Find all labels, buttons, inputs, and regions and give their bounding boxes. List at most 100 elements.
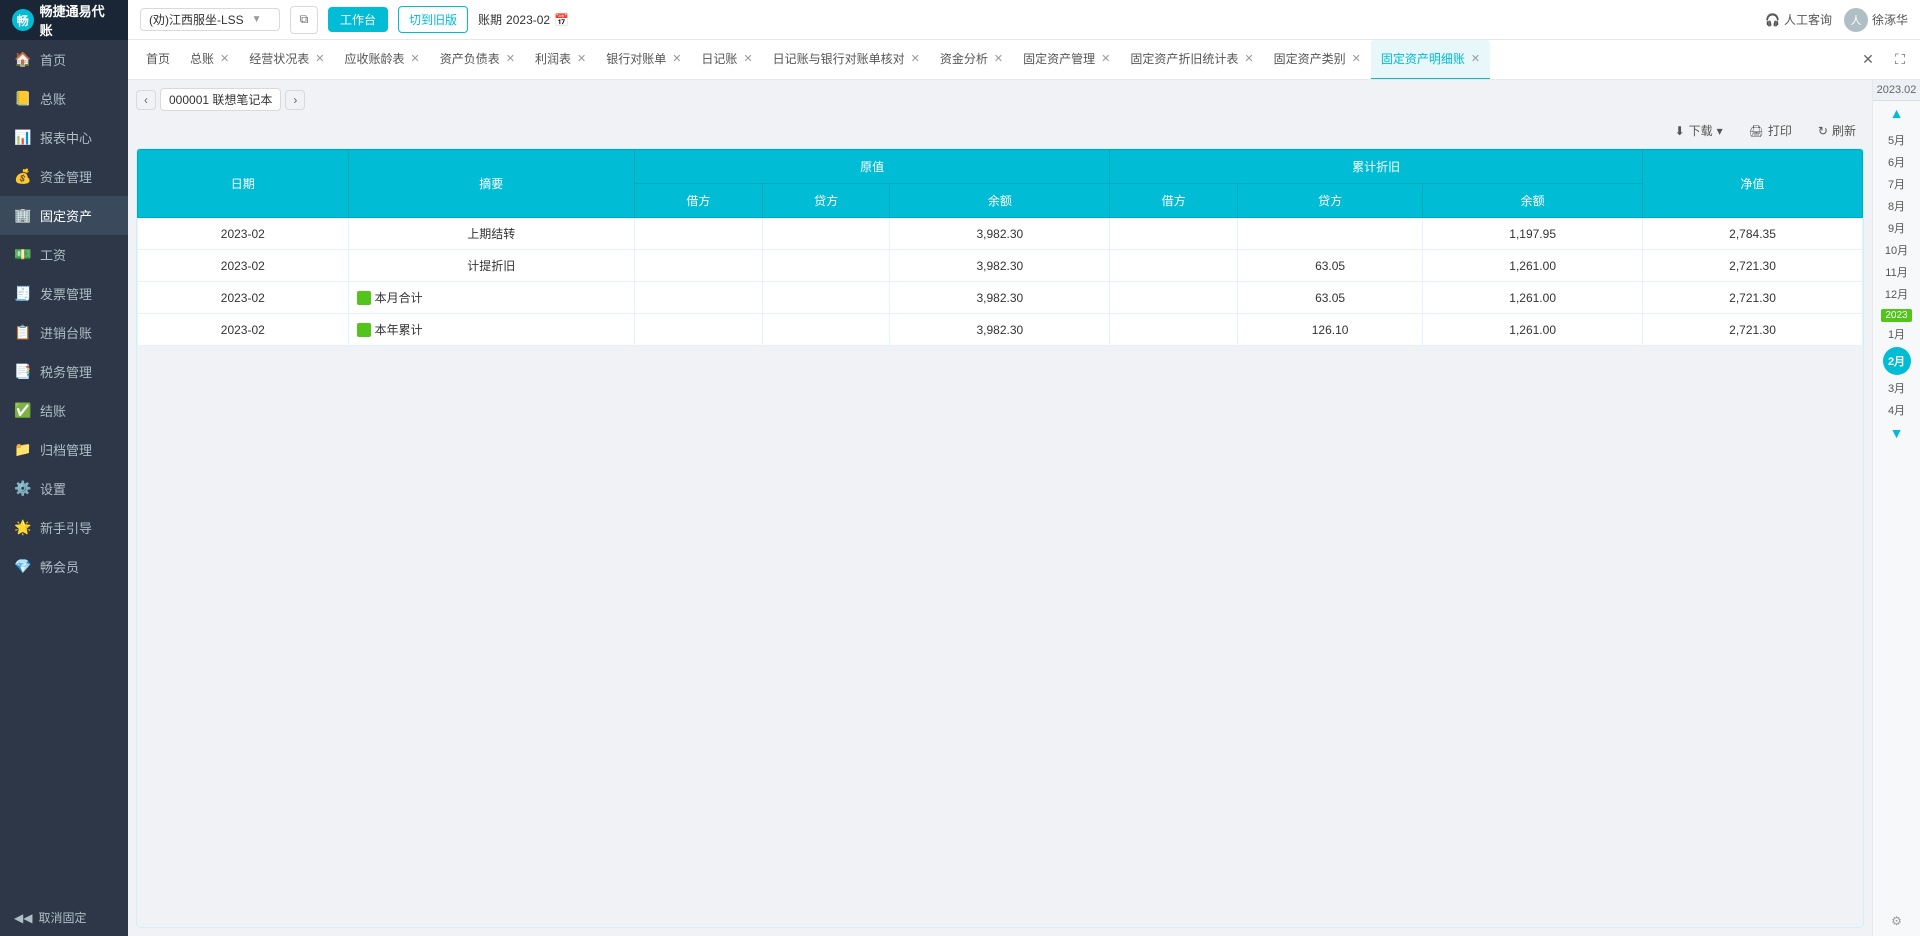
period-month-6[interactable]: 6月 <box>1873 151 1920 173</box>
settings-icon: ⚙️ <box>14 480 32 497</box>
service-btn[interactable]: 🎧 人工客询 <box>1765 11 1832 28</box>
sidebar-item-reports[interactable]: 📊 报表中心 <box>0 118 128 157</box>
period-month-5[interactable]: 5月 <box>1873 129 1920 151</box>
period-month-3[interactable]: 3月 <box>1873 377 1920 399</box>
company-selector[interactable]: (劝)江西服坐-LSS ▼ <box>140 8 280 31</box>
year-2023-badge: 2023 <box>1881 309 1911 322</box>
period-scroll-down-button[interactable]: ▼ <box>1873 421 1920 445</box>
main-area: (劝)江西服坐-LSS ▼ ⧉ 工作台 切到旧版 账期 2023-02 📅 🎧 … <box>128 0 1920 936</box>
avatar: 人 <box>1844 8 1868 32</box>
breadcrumb-tag[interactable]: 000001 联想笔记本 <box>160 88 281 111</box>
refresh-button[interactable]: ↻ 刷新 <box>1810 119 1864 142</box>
period-month-10[interactable]: 10月 <box>1873 239 1920 261</box>
tab-fixed-category[interactable]: 固定资产类别 ✕ <box>1264 40 1371 80</box>
tab-bank-reconcile-close[interactable]: ✕ <box>911 52 920 65</box>
calendar-icon[interactable]: 📅 <box>554 13 569 27</box>
tab-journal[interactable]: 日记账 ✕ <box>691 40 762 80</box>
period-month-1[interactable]: 1月 <box>1873 323 1920 345</box>
period-month-4[interactable]: 4月 <box>1873 399 1920 421</box>
tab-profit-close[interactable]: ✕ <box>577 52 586 65</box>
cell-abstract: 上期结转 <box>348 218 634 250</box>
sidebar-item-label: 新手引导 <box>40 518 92 537</box>
sidebar-item-settlement[interactable]: ✅ 结账 <box>0 391 128 430</box>
period-month-12[interactable]: 12月 <box>1873 283 1920 305</box>
tab-journal-close[interactable]: ✕ <box>743 52 752 65</box>
cell-abstract: 本月合计 <box>348 282 634 314</box>
period-scroll-up-button[interactable]: ▲ <box>1873 101 1920 125</box>
period-text: 账期 <box>478 11 502 28</box>
sidebar-item-invoice[interactable]: 🧾 发票管理 <box>0 274 128 313</box>
period-month-8[interactable]: 8月 <box>1873 195 1920 217</box>
cell-debit2 <box>1110 218 1238 250</box>
tab-fixed-detail[interactable]: 固定资产明细账 ✕ <box>1371 40 1490 80</box>
sidebar-item-fixed-assets[interactable]: 🏢 固定资产 <box>0 196 128 235</box>
sidebar-item-funds[interactable]: 💰 资金管理 <box>0 157 128 196</box>
cell-net: 2,721.30 <box>1643 314 1863 346</box>
tab-depreciation-stat-close[interactable]: ✕ <box>1244 52 1253 65</box>
period-month-2-active[interactable]: 2月 <box>1883 347 1911 375</box>
tab-bank[interactable]: 银行对账单 ✕ <box>596 40 691 80</box>
tab-fixed-mgmt[interactable]: 固定资产管理 ✕ <box>1013 40 1120 80</box>
tab-bank-close[interactable]: ✕ <box>672 52 681 65</box>
print-button[interactable]: 🖨 打印 <box>1741 119 1800 142</box>
cell-balance2: 1,197.95 <box>1423 218 1643 250</box>
tab-fixed-mgmt-close[interactable]: ✕ <box>1101 52 1110 65</box>
tab-fund-analysis-close[interactable]: ✕ <box>994 52 1003 65</box>
cell-credit2 <box>1237 218 1422 250</box>
user-info[interactable]: 人 徐涿华 <box>1844 8 1908 32</box>
copy-button[interactable]: ⧉ <box>290 6 318 34</box>
sidebar-item-salary[interactable]: 💵 工资 <box>0 235 128 274</box>
tab-depreciation-stat[interactable]: 固定资产折旧统计表 ✕ <box>1120 40 1263 80</box>
sidebar-item-ledger[interactable]: 📒 总账 <box>0 79 128 118</box>
download-button[interactable]: ⬇ 下载 ▾ <box>1667 119 1731 142</box>
tab-receivable[interactable]: 应收账龄表 ✕ <box>334 40 429 80</box>
table-row: 2023-02本月合计3,982.3063.051,261.002,721.30 <box>138 282 1863 314</box>
sidebar-item-vip[interactable]: 💎 畅会员 <box>0 547 128 586</box>
col-debit1: 借方 <box>635 184 763 218</box>
tab-bank-reconcile[interactable]: 日记账与银行对账单核对 ✕ <box>763 40 930 80</box>
tab-balance[interactable]: 资产负债表 ✕ <box>430 40 525 80</box>
chevron-left-icon: ‹ <box>144 93 148 107</box>
sidebar-unpin[interactable]: ◀◀ 取消固定 <box>0 899 128 936</box>
tab-business[interactable]: 经营状况表 ✕ <box>239 40 334 80</box>
period-settings-icon[interactable]: ⚙ <box>1883 906 1910 936</box>
sidebar-item-home[interactable]: 🏠 首页 <box>0 40 128 79</box>
period-month-7[interactable]: 7月 <box>1873 173 1920 195</box>
cell-net: 2,784.35 <box>1643 218 1863 250</box>
settlement-icon: ✅ <box>14 402 32 419</box>
tab-fixed-detail-close[interactable]: ✕ <box>1471 52 1480 65</box>
vip-icon: 💎 <box>14 558 32 575</box>
tab-business-close[interactable]: ✕ <box>315 52 324 65</box>
tab-fixed-category-close[interactable]: ✕ <box>1352 52 1361 65</box>
cell-balance2: 1,261.00 <box>1423 314 1643 346</box>
col-net: 净值 <box>1643 150 1863 218</box>
print-icon: 🖨 <box>1749 124 1764 138</box>
sidebar-item-sales[interactable]: 📋 进销台账 <box>0 313 128 352</box>
sidebar-item-guide[interactable]: 🌟 新手引导 <box>0 508 128 547</box>
tab-home[interactable]: 首页 <box>136 40 180 80</box>
sidebar-item-tax[interactable]: 📑 税务管理 <box>0 352 128 391</box>
cell-net: 2,721.30 <box>1643 282 1863 314</box>
tab-profit[interactable]: 利润表 ✕ <box>525 40 596 80</box>
sidebar-item-archive[interactable]: 📁 归档管理 <box>0 430 128 469</box>
tabs-maximize-button[interactable]: ⛶ <box>1888 48 1912 72</box>
sidebar-item-settings[interactable]: ⚙️ 设置 <box>0 469 128 508</box>
cell-credit1 <box>762 314 890 346</box>
work-bench-button[interactable]: 工作台 <box>328 7 388 32</box>
sidebar-item-label: 首页 <box>40 50 66 69</box>
tab-ledger[interactable]: 总账 ✕ <box>180 40 239 80</box>
switch-version-button[interactable]: 切到旧版 <box>398 6 468 33</box>
breadcrumb-next-button[interactable]: › <box>285 90 305 110</box>
tab-receivable-close[interactable]: ✕ <box>411 52 420 65</box>
col-debit2: 借方 <box>1110 184 1238 218</box>
tab-fund-analysis[interactable]: 资金分析 ✕ <box>930 40 1013 80</box>
cell-credit2: 126.10 <box>1237 314 1422 346</box>
tab-balance-close[interactable]: ✕ <box>506 52 515 65</box>
tab-ledger-close[interactable]: ✕ <box>220 52 229 65</box>
tabs-bar: 首页 总账 ✕ 经营状况表 ✕ 应收账龄表 ✕ 资产负债表 ✕ 利润表 ✕ 银行… <box>128 40 1920 80</box>
breadcrumb-prev-button[interactable]: ‹ <box>136 90 156 110</box>
period-month-11[interactable]: 11月 <box>1873 261 1920 283</box>
period-year-top[interactable]: 2023.02 <box>1873 80 1920 101</box>
tabs-close-all-button[interactable]: ✕ <box>1856 48 1880 72</box>
period-month-9[interactable]: 9月 <box>1873 217 1920 239</box>
